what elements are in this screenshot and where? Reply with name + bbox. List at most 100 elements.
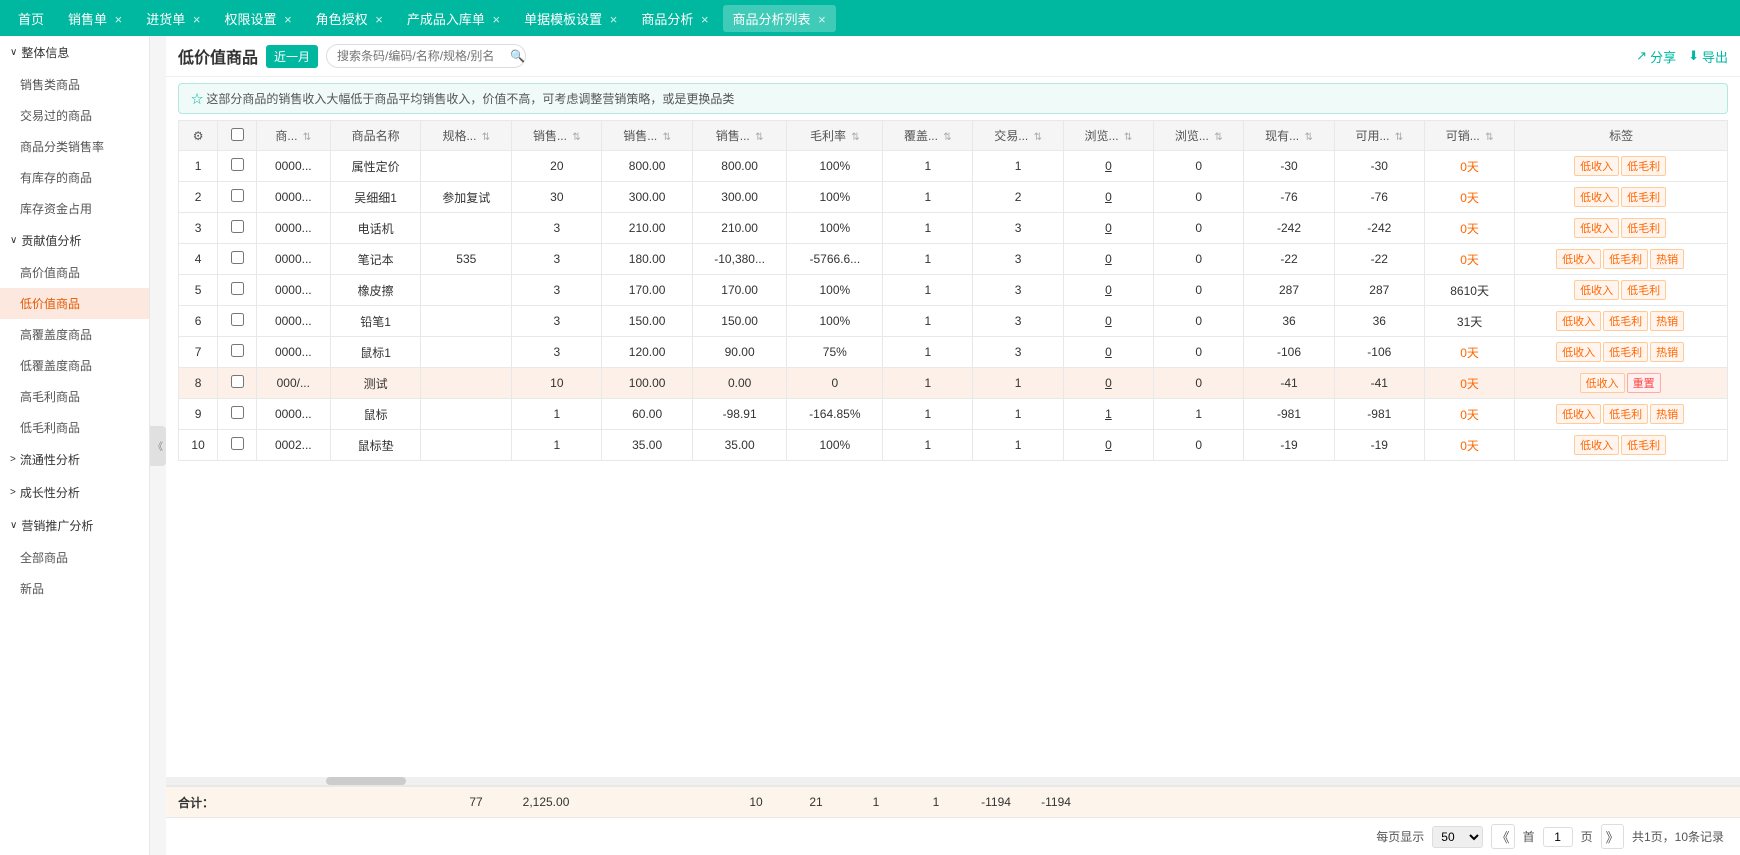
row-checkbox[interactable] [218, 244, 257, 275]
row-checkbox-input[interactable] [231, 375, 244, 388]
nav-sales-close[interactable]: × [115, 12, 123, 27]
sidebar-group-overall[interactable]: ∨ 整体信息 [0, 36, 149, 69]
browse1-link[interactable]: 0 [1105, 438, 1112, 452]
table-wrapper[interactable]: ⚙ 商... ⇅ 商品名称 规格... ⇅ 销售... ⇅ 销售... ⇅ 销售… [166, 120, 1740, 777]
nav-product-in[interactable]: 产成品入库单 × [397, 5, 510, 32]
col-browse2[interactable]: 浏览... ⇅ [1154, 121, 1244, 151]
row-checkbox[interactable] [218, 337, 257, 368]
row-checkbox-input[interactable] [231, 344, 244, 357]
col-code[interactable]: 商... ⇅ [256, 121, 330, 151]
nav-analysis-list-close[interactable]: × [818, 12, 826, 27]
nav-sales[interactable]: 销售单 × [58, 5, 132, 32]
select-all-checkbox[interactable] [231, 128, 244, 141]
sidebar-collapse-button[interactable]: 《 [150, 426, 166, 466]
row-checkbox[interactable] [218, 151, 257, 182]
sidebar-item-low-coverage[interactable]: 低覆盖度商品 [0, 350, 149, 381]
nav-template[interactable]: 单据模板设置 × [514, 5, 627, 32]
nav-analysis[interactable]: 商品分析 × [631, 5, 718, 32]
nav-purchase-close[interactable]: × [193, 12, 201, 27]
col-sales3[interactable]: 销售... ⇅ [692, 121, 787, 151]
row-checkbox[interactable] [218, 399, 257, 430]
nav-permission[interactable]: 权限设置 × [214, 5, 301, 32]
nav-role[interactable]: 角色授权 × [306, 5, 393, 32]
sidebar-item-low-margin[interactable]: 低毛利商品 [0, 412, 149, 443]
first-page-button[interactable]: 《 [1491, 824, 1514, 849]
row-checkbox-input[interactable] [231, 406, 244, 419]
col-saleable[interactable]: 可销... ⇅ [1424, 121, 1514, 151]
col-sales1[interactable]: 销售... ⇅ [512, 121, 602, 151]
browse1-link[interactable]: 0 [1105, 345, 1112, 359]
col-available[interactable]: 可用... ⇅ [1334, 121, 1424, 151]
row-checkbox-input[interactable] [231, 251, 244, 264]
sidebar-item-high-margin[interactable]: 高毛利商品 [0, 381, 149, 412]
row-checkbox-input[interactable] [231, 158, 244, 171]
col-spec[interactable]: 规格... ⇅ [421, 121, 512, 151]
row-checkbox-input[interactable] [231, 220, 244, 233]
sidebar-group-growth[interactable]: > 成长性分析 [0, 476, 149, 509]
col-coverage[interactable]: 覆盖... ⇅ [883, 121, 973, 151]
browse1-link[interactable]: 0 [1105, 252, 1112, 266]
browse1-link[interactable]: 0 [1105, 159, 1112, 173]
row-checkbox[interactable] [218, 182, 257, 213]
per-page-select[interactable]: 50 100 200 [1432, 826, 1483, 848]
sidebar-item-high-coverage[interactable]: 高覆盖度商品 [0, 319, 149, 350]
nav-analysis-close[interactable]: × [701, 12, 709, 27]
row-checkbox-input[interactable] [231, 189, 244, 202]
nav-home[interactable]: 首页 [8, 5, 54, 32]
export-button[interactable]: ⬇ 导出 [1688, 47, 1728, 66]
row-checkbox[interactable] [218, 430, 257, 461]
browse1-link[interactable]: 0 [1105, 376, 1112, 390]
sidebar-item-new-goods[interactable]: 新品 [0, 573, 149, 604]
sidebar-group-marketing[interactable]: ∨ 营销推广分析 [0, 509, 149, 542]
search-input[interactable] [326, 44, 526, 68]
sidebar-item-category-rate[interactable]: 商品分类销售率 [0, 131, 149, 162]
col-sales2[interactable]: 销售... ⇅ [602, 121, 692, 151]
horizontal-scrollbar[interactable] [166, 777, 1740, 785]
col-current[interactable]: 现有... ⇅ [1244, 121, 1334, 151]
sidebar-item-high-value[interactable]: 高价值商品 [0, 257, 149, 288]
col-browse1[interactable]: 浏览... ⇅ [1063, 121, 1153, 151]
nav-product-in-close[interactable]: × [493, 12, 501, 27]
sidebar-group-flow[interactable]: > 流通性分析 [0, 443, 149, 476]
browse1-link[interactable]: 0 [1105, 314, 1112, 328]
sidebar-item-low-value[interactable]: 低价值商品 [0, 288, 149, 319]
row-checkbox-input[interactable] [231, 282, 244, 295]
scrollbar-thumb[interactable] [326, 777, 406, 785]
col-settings[interactable]: ⚙ [179, 121, 218, 151]
nav-analysis-list[interactable]: 商品分析列表 × [723, 5, 836, 32]
col-margin[interactable]: 毛利率 ⇅ [787, 121, 883, 151]
row-code: 0000... [256, 337, 330, 368]
row-checkbox[interactable] [218, 368, 257, 399]
row-checkbox[interactable] [218, 275, 257, 306]
row-saleable: 0天 [1424, 337, 1514, 368]
row-checkbox[interactable] [218, 213, 257, 244]
col-checkbox[interactable] [218, 121, 257, 151]
sidebar-item-sales-goods[interactable]: 销售类商品 [0, 69, 149, 100]
browse1-link[interactable]: 0 [1105, 221, 1112, 235]
share-button[interactable]: ↗ 分享 [1636, 47, 1676, 66]
browse1-link[interactable]: 1 [1105, 407, 1112, 421]
period-button[interactable]: 近一月 [266, 45, 318, 68]
tag-label: 低收入 [1574, 218, 1619, 238]
nav-purchase[interactable]: 进货单 × [136, 5, 210, 32]
nav-template-close[interactable]: × [610, 12, 618, 27]
row-checkbox[interactable] [218, 306, 257, 337]
page-input[interactable] [1543, 827, 1573, 847]
row-checkbox-input[interactable] [231, 313, 244, 326]
nav-permission-close[interactable]: × [284, 12, 292, 27]
table-row: 5 0000... 橡皮擦 3 170.00 170.00 100% 1 3 0… [179, 275, 1728, 306]
row-s2: 150.00 [602, 306, 692, 337]
nav-role-close[interactable]: × [375, 12, 383, 27]
row-checkbox-input[interactable] [231, 437, 244, 450]
browse1-link[interactable]: 0 [1105, 283, 1112, 297]
col-trade[interactable]: 交易... ⇅ [973, 121, 1063, 151]
browse1-link[interactable]: 0 [1105, 190, 1112, 204]
sidebar-item-stock-goods[interactable]: 有库存的商品 [0, 162, 149, 193]
search-icon[interactable]: 🔍 [510, 49, 525, 63]
row-margin: 100% [787, 151, 883, 182]
sidebar-item-traded[interactable]: 交易过的商品 [0, 100, 149, 131]
sidebar-group-contribution[interactable]: ∨ 贡献值分析 [0, 224, 149, 257]
next-page-button[interactable]: 》 [1601, 824, 1624, 849]
sidebar-item-capital[interactable]: 库存资金占用 [0, 193, 149, 224]
sidebar-item-all-goods[interactable]: 全部商品 [0, 542, 149, 573]
